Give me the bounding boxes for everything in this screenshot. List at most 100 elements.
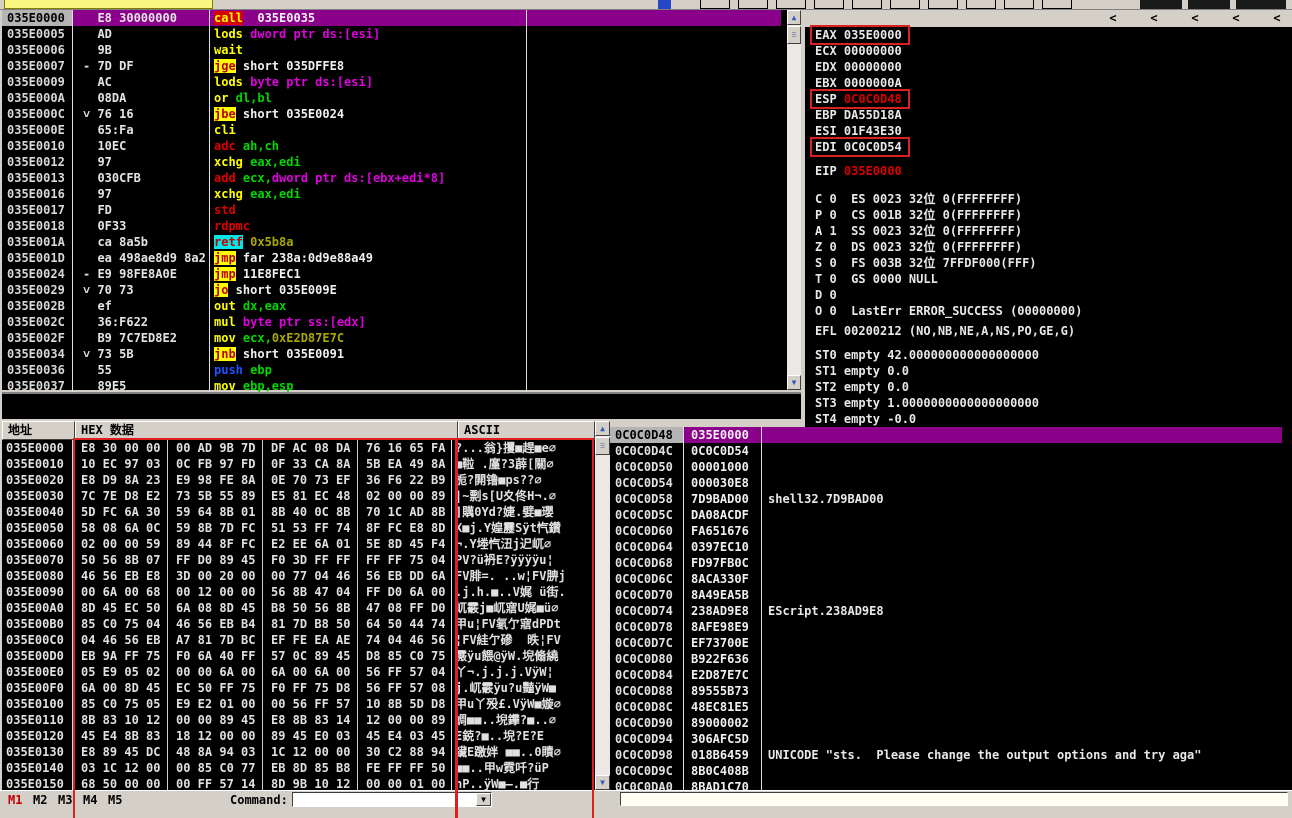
dump-scrollbar[interactable]: ▲ ≡ ▼ (595, 421, 610, 790)
stack-row[interactable]: 0C0C0D6C 8ACA330F (610, 571, 1292, 587)
toolbar-button-partial[interactable] (700, 0, 730, 9)
toolbar-button-partial[interactable] (1236, 0, 1286, 9)
stack-row[interactable]: 0C0C0D5C DA08ACDF (610, 507, 1292, 523)
stack-row[interactable]: 0C0C0D4C 0C0C0D54 (610, 443, 1292, 459)
dump-row[interactable]: 035E00E0 05 E9 05 02 00 00 6A 00 6A 00 6A 0… (2, 664, 595, 680)
disasm-row[interactable]: 035E0036 55 push ebp (2, 362, 787, 378)
stack-row[interactable]: 0C0C0D74 238AD9E8 EScript.238AD9E8 (610, 603, 1292, 619)
stack-row[interactable]: 0C0C0D64 0397EC10 (610, 539, 1292, 555)
toolbar-button-partial[interactable] (928, 0, 958, 9)
disasm-row[interactable]: 035E0006 9B wait (2, 42, 787, 58)
disassembly-panel[interactable]: 035E0000 E8 30000000 call 035E0035 035E000… (2, 10, 787, 394)
dump-row[interactable]: 035E0070 50 56 8B 07 FF D0 89 45 F0 3D FF F… (2, 552, 595, 568)
disasm-row[interactable]: 035E001A ca 8a5b retf 0x5b8a (2, 234, 787, 250)
stack-row[interactable]: 0C0C0D88 89555B73 (610, 683, 1292, 699)
toolbar-button-partial[interactable] (966, 0, 996, 9)
stack-row[interactable]: 0C0C0D80 B922F636 (610, 651, 1292, 667)
dump-row[interactable]: 035E0090 00 6A 00 68 00 12 00 00 56 8B 47 0… (2, 584, 595, 600)
dump-row[interactable]: 035E0100 85 C0 75 05 E9 E2 01 00 00 56 FF 5… (2, 696, 595, 712)
panel-chevron-button[interactable]: < (1182, 10, 1208, 26)
disasm-row[interactable]: 035E0005 AD lods dword ptr ds:[esi] (2, 26, 787, 42)
toolbar-button-partial[interactable] (738, 0, 768, 9)
dump-row[interactable]: 035E0040 5D FC 6A 30 59 64 8B 01 8B 40 0C 8… (2, 504, 595, 520)
disasm-row[interactable]: 035E0018 0F33 rdpmc (2, 218, 787, 234)
disasm-row[interactable]: 035E0017 FD std (2, 202, 787, 218)
dump-row[interactable]: 035E00D0 EB 9A FF 75 F0 6A 40 FF 57 0C 89 4… (2, 648, 595, 664)
memory-dump-panel[interactable]: 地址 HEX 数据 ASCII 035E0000 E8 30 00 00 00 AD… (2, 421, 595, 790)
disasm-row[interactable]: 035E0029 ˅ 70 73 jo short 035E009E (2, 282, 787, 298)
stack-row[interactable]: 0C0C0D94 306AFC5D (610, 731, 1292, 747)
scrollbar-thumb[interactable]: ≡ (595, 437, 610, 455)
stack-row[interactable]: 0C0C0D48 035E0000 (610, 427, 1292, 443)
panel-chevron-button[interactable]: < (1223, 10, 1249, 26)
stack-row[interactable]: 0C0C0DA0 8BAD1C70 (610, 779, 1292, 790)
toolbar-button-partial[interactable] (1188, 0, 1230, 9)
memory-tab-m3[interactable]: M3 (58, 792, 72, 808)
dump-row[interactable]: 035E0120 45 E4 8B 83 18 12 00 00 89 45 E0 0… (2, 728, 595, 744)
stack-row[interactable]: 0C0C0D78 8AFE98E9 (610, 619, 1292, 635)
dump-row[interactable]: 035E0110 8B 83 10 12 00 00 89 45 E8 8B 83 1… (2, 712, 595, 728)
stack-row[interactable]: 0C0C0D58 7D9BAD00 shell32.7D9BAD00 (610, 491, 1292, 507)
toolbar-button-partial[interactable] (1004, 0, 1034, 9)
disassembly-scrollbar[interactable]: ▲ ≡ ▼ (787, 10, 801, 390)
panel-chevron-button[interactable]: < (1141, 10, 1167, 26)
stack-row[interactable]: 0C0C0D70 8A49EA5B (610, 587, 1292, 603)
stack-row[interactable]: 0C0C0D9C 8B0C408B (610, 763, 1292, 779)
command-input[interactable]: ▼ (292, 792, 492, 807)
scroll-up-icon[interactable]: ▲ (595, 421, 610, 436)
toolbar-button-partial[interactable] (814, 0, 844, 9)
stack-row[interactable]: 0C0C0D68 FD97FB0C (610, 555, 1292, 571)
disasm-row[interactable]: 035E0007- 7D DF jge short 035DFFE8 (2, 58, 787, 74)
dump-row[interactable]: 035E0030 7C 7E D8 E2 73 5B 55 89 E5 81 EC 4… (2, 488, 595, 504)
disasm-row[interactable]: 035E0012 97 xchg eax,edi (2, 154, 787, 170)
disasm-row[interactable]: 035E000E 65:Fa cli (2, 122, 787, 138)
dump-row[interactable]: 035E0020 E8 D9 8A 23 E9 98 FE 8A 0E 70 73 E… (2, 472, 595, 488)
toolbar-button-partial[interactable] (890, 0, 920, 9)
stack-row[interactable]: 0C0C0D8C 48EC81E5 (610, 699, 1292, 715)
memory-tab-m4[interactable]: M4 (83, 792, 97, 808)
dump-row[interactable]: 035E0150 68 50 00 00 00 FF 57 14 8D 9B 10 1… (2, 776, 595, 790)
toolbar-button-partial[interactable] (1140, 0, 1182, 9)
dump-row[interactable]: 035E0060 02 00 00 59 89 44 8F FC E2 EE 6A 0… (2, 536, 595, 552)
stack-row[interactable]: 0C0C0D7C EF73700E (610, 635, 1292, 651)
disasm-row[interactable]: 035E0009 AC lods byte ptr ds:[esi] (2, 74, 787, 90)
stack-row[interactable]: 0C0C0D98 018B6459 UNICODE "sts. Please cha… (610, 747, 1292, 763)
disasm-row[interactable]: 035E0010 10EC adc ah,ch (2, 138, 787, 154)
dump-row[interactable]: 035E0080 46 56 EB E8 3D 00 20 00 00 77 04 4… (2, 568, 595, 584)
disasm-row[interactable]: 035E0000 E8 30000000 call 035E0035 (2, 10, 787, 26)
panel-chevron-button[interactable]: < (1100, 10, 1126, 26)
disasm-row[interactable]: 035E0034 ˅ 73 5B jnb short 035E0091 (2, 346, 787, 362)
memory-tab-m1[interactable]: M1 (8, 792, 22, 808)
disasm-row[interactable]: 035E0016 97 xchg eax,edi (2, 186, 787, 202)
stack-row[interactable]: 0C0C0D60 FA651676 (610, 523, 1292, 539)
dump-row[interactable]: 035E0010 10 EC 97 03 0C FB 97 FD 0F 33 CA 8… (2, 456, 595, 472)
stack-row[interactable]: 0C0C0D84 E2D87E7C (610, 667, 1292, 683)
dump-row[interactable]: 035E00B0 85 C0 75 04 46 56 EB B4 81 7D B8 5… (2, 616, 595, 632)
stack-row[interactable]: 0C0C0D54 000030E8 (610, 475, 1292, 491)
disasm-row[interactable]: 035E0024- E9 98FE8A0E jmp 11E8FEC1 (2, 266, 787, 282)
disasm-row[interactable]: 035E0013 030CFB add ecx,dword ptr ds:[ebx… (2, 170, 787, 186)
stack-panel[interactable]: 0C0C0D48 035E0000 0C0C0D4C 0C0C0D54 0C0C0D50… (610, 427, 1292, 790)
dump-row[interactable]: 035E0130 E8 89 45 DC 48 8A 94 03 1C 12 00 0… (2, 744, 595, 760)
dump-row[interactable]: 035E00A0 8D 45 EC 50 6A 08 8D 45 B8 50 56 8… (2, 600, 595, 616)
dump-row[interactable]: 035E0140 03 1C 12 00 00 85 C0 77 EB 8D 85 B… (2, 760, 595, 776)
registers-panel[interactable]: 寄存器 (FPU) < < < < < EAX 035E0000 ECX 00000000… (805, 10, 1292, 427)
memory-tab-m2[interactable]: M2 (33, 792, 47, 808)
scroll-down-icon[interactable]: ▼ (595, 775, 610, 790)
scroll-down-icon[interactable]: ▼ (787, 375, 801, 390)
scrollbar-thumb[interactable]: ≡ (787, 26, 801, 44)
dump-row[interactable]: 035E00C0 04 46 56 EB A7 81 7D BC EF FE EA A… (2, 632, 595, 648)
disasm-row[interactable]: 035E001D ea 498ae8d9 8a2 jmp far 238a:0d9… (2, 250, 787, 266)
scroll-up-icon[interactable]: ▲ (787, 10, 801, 25)
toolbar-button-partial[interactable] (1042, 0, 1072, 9)
disasm-row[interactable]: 035E000A 08DA or dl,bl (2, 90, 787, 106)
address-field-partial[interactable] (4, 0, 213, 9)
stack-row[interactable]: 0C0C0D90 89000002 (610, 715, 1292, 731)
disasm-row[interactable]: 035E000C ˅ 76 16 jbe short 035E0024 (2, 106, 787, 122)
disasm-row[interactable]: 035E002C 36:F622 mul byte ptr ss:[edx] (2, 314, 787, 330)
toolbar-button-partial[interactable] (776, 0, 806, 9)
dump-row[interactable]: 035E0050 58 08 6A 0C 59 8B 7D FC 51 53 FF 7… (2, 520, 595, 536)
chevron-down-icon[interactable]: ▼ (476, 793, 491, 806)
dump-row[interactable]: 035E00F0 6A 00 8D 45 EC 50 FF 75 F0 FF 75 D… (2, 680, 595, 696)
disasm-row[interactable]: 035E002B ef out dx,eax (2, 298, 787, 314)
